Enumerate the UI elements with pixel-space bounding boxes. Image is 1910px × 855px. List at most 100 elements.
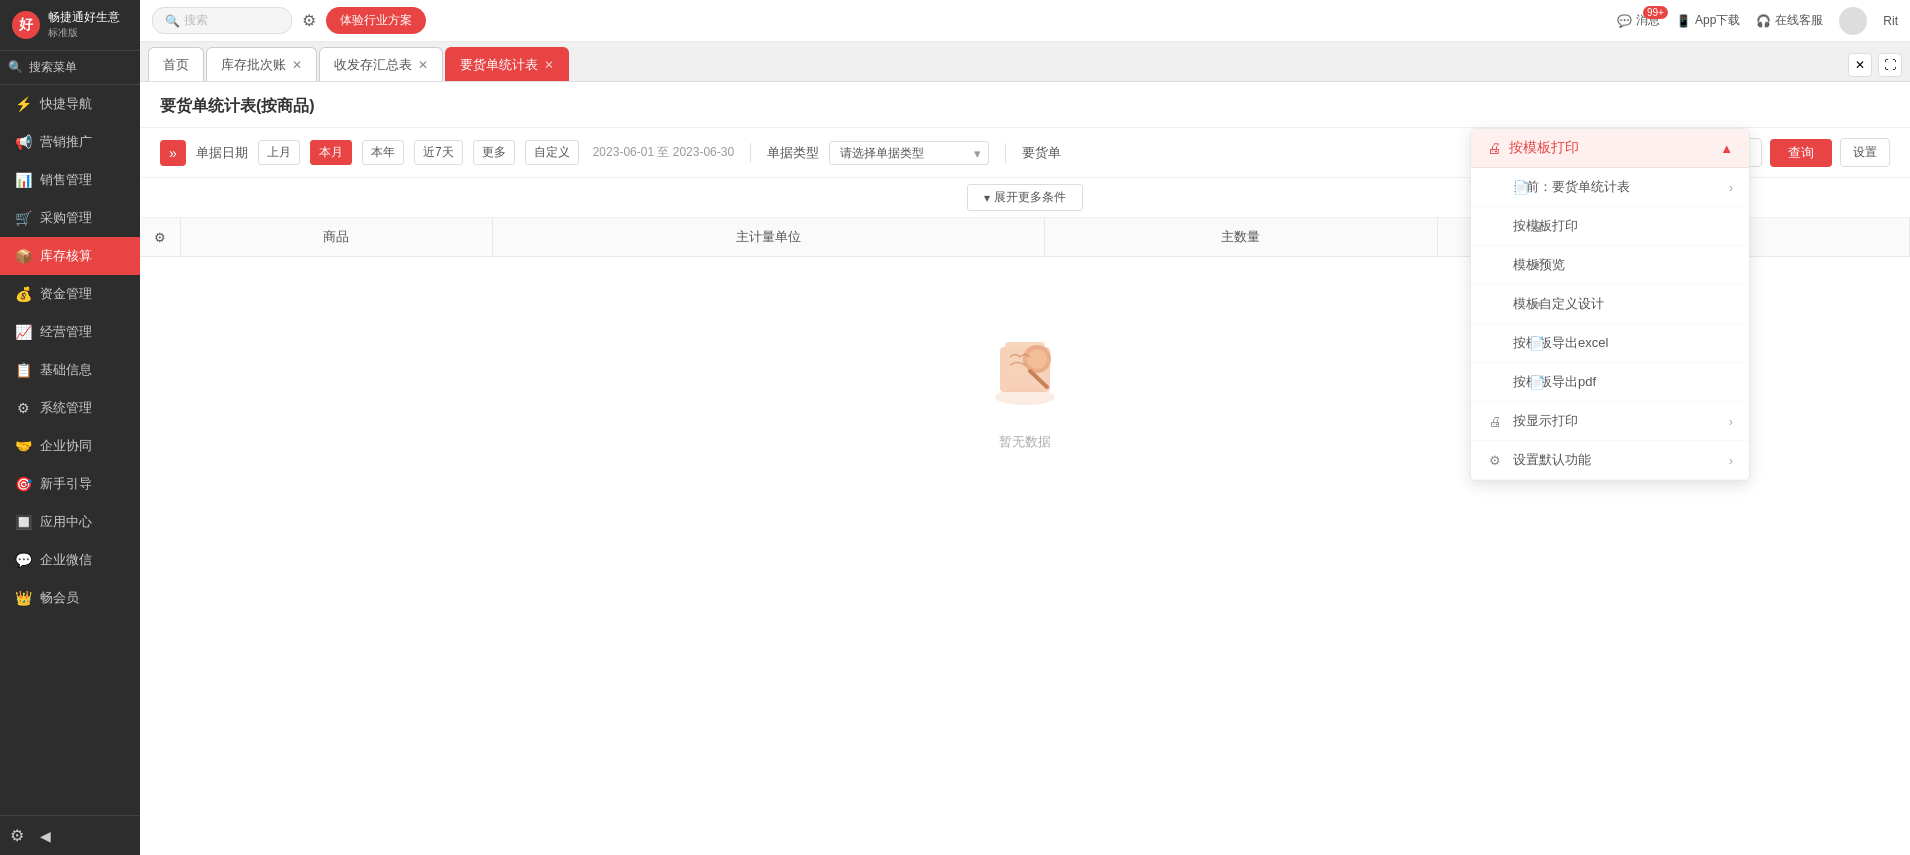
export-pdf-icon: 📄 [1529, 374, 1545, 390]
tab-label: 库存批次账 [221, 56, 286, 74]
query-button[interactable]: 查询 [1770, 139, 1832, 167]
search-icon: 🔍 [165, 14, 180, 28]
sidebar-search[interactable]: 🔍 搜索菜单 [0, 51, 140, 85]
tab-label: 收发存汇总表 [334, 56, 412, 74]
basic-icon: 📋 [14, 361, 32, 379]
type-select[interactable]: 请选择单据类型 要货单 [829, 141, 989, 165]
search-placeholder: 搜索 [184, 12, 208, 29]
sidebar-item-operations[interactable]: 📈 经营管理 [0, 313, 140, 351]
sidebar-item-sales[interactable]: 📊 销售管理 [0, 161, 140, 199]
sidebar-item-finance[interactable]: 💰 资金管理 [0, 275, 140, 313]
sidebar-item-appstore[interactable]: 🔲 应用中心 [0, 503, 140, 541]
tab-close-icon[interactable]: ✕ [418, 58, 428, 72]
page-title: 要货单统计表(按商品) [160, 96, 315, 117]
gear-icon[interactable]: ⚙ [302, 11, 316, 30]
sidebar-item-collab[interactable]: 🤝 企业协同 [0, 427, 140, 465]
topbar-right: 💬 消息 99+ 📱 App下载 🎧 在线客服 Rit [1617, 7, 1898, 35]
dropdown-item-current[interactable]: 📄 当前：要货单统计表 › [1471, 168, 1749, 207]
date-current-month-btn[interactable]: 本月 [310, 140, 352, 165]
tab-order-stats[interactable]: 要货单统计表 ✕ [445, 47, 569, 81]
app-logo: 好 畅捷通好生意 标准版 [0, 0, 140, 51]
shortcut-icon: ⚡ [14, 95, 32, 113]
chevron-down-icon: ▾ [984, 191, 990, 205]
svg-point-4 [1027, 349, 1047, 369]
date-more-btn[interactable]: 更多 [473, 140, 515, 165]
system-icon: ⚙ [14, 399, 32, 417]
preview-icon: 👁 [1529, 257, 1545, 273]
sidebar-item-wechat[interactable]: 💬 企业微信 [0, 541, 140, 579]
date-current-year-btn[interactable]: 本年 [362, 140, 404, 165]
sidebar-item-guide[interactable]: 🎯 新手引导 [0, 465, 140, 503]
tab-batch[interactable]: 库存批次账 ✕ [206, 47, 317, 81]
dropdown-item-export-pdf[interactable]: 📄 按模板导出pdf [1471, 363, 1749, 402]
tab-home[interactable]: 首页 [148, 47, 204, 81]
expand-button[interactable]: » [160, 140, 186, 166]
tab-close-icon[interactable]: ✕ [544, 58, 554, 72]
topbar-search[interactable]: 🔍 搜索 [152, 7, 292, 34]
date-prev-month-btn[interactable]: 上月 [258, 140, 300, 165]
dropdown-item-design[interactable]: ✏ 模板自定义设计 [1471, 285, 1749, 324]
sidebar-item-label: 系统管理 [40, 399, 92, 417]
th-unit: 主计量单位 [493, 218, 1045, 257]
dropdown-header: 🖨 按模板打印 ▲ [1471, 129, 1749, 168]
order-type-label: 要货单 [1022, 144, 1061, 162]
collab-icon: 🤝 [14, 437, 32, 455]
guide-icon: 🎯 [14, 475, 32, 493]
dropdown-item-preview[interactable]: 👁 模板预览 [1471, 246, 1749, 285]
sidebar-item-label: 应用中心 [40, 513, 92, 531]
dropdown-title: 按模板打印 [1509, 139, 1579, 157]
sidebar-item-vip[interactable]: 👑 畅会员 [0, 579, 140, 617]
th-goods: 商品 [180, 218, 493, 257]
dropdown-item-set-default[interactable]: ⚙ 设置默认功能 › [1471, 441, 1749, 480]
sidebar-item-system[interactable]: ⚙ 系统管理 [0, 389, 140, 427]
close-tab-button[interactable]: ✕ [1848, 53, 1872, 77]
online-service-btn[interactable]: 🎧 在线客服 [1756, 12, 1823, 29]
settings-button[interactable]: 设置 [1840, 138, 1890, 167]
type-label: 单据类型 [767, 144, 819, 162]
messages-badge[interactable]: 💬 消息 99+ [1617, 12, 1660, 29]
sidebar-settings-icon[interactable]: ⚙ [10, 826, 24, 845]
sidebar-item-label: 畅会员 [40, 589, 79, 607]
online-service-label: 在线客服 [1775, 12, 1823, 29]
search-icon: 🔍 [8, 60, 23, 74]
dropdown-item-inner: 📄 当前：要货单统计表 [1513, 178, 1630, 196]
empty-text: 暂无数据 [999, 433, 1051, 451]
trial-button[interactable]: 体验行业方案 [326, 7, 426, 34]
dropdown-collapse-icon[interactable]: ▲ [1720, 141, 1733, 156]
date-last7-btn[interactable]: 近7天 [414, 140, 463, 165]
messages-count: 99+ [1643, 6, 1668, 19]
user-avatar[interactable] [1839, 7, 1867, 35]
date-custom-btn[interactable]: 自定义 [525, 140, 579, 165]
expand-more-button[interactable]: ▾ 展开更多条件 [967, 184, 1083, 211]
chevron-right-icon2: › [1729, 453, 1733, 468]
operations-icon: 📈 [14, 323, 32, 341]
current-indicator-icon: 📄 [1513, 179, 1529, 195]
dropdown-item-display-print[interactable]: 🖨 按显示打印 › [1471, 402, 1749, 441]
sidebar-item-inventory[interactable]: 📦 库存核算 [0, 237, 140, 275]
main-area: 🔍 搜索 ⚙ 体验行业方案 💬 消息 99+ 📱 App下载 🎧 在线客服 Ri… [140, 0, 1910, 855]
tab-close-icon[interactable]: ✕ [292, 58, 302, 72]
sidebar-item-marketing[interactable]: 📢 营销推广 [0, 123, 140, 161]
sidebar-item-basic[interactable]: 📋 基础信息 [0, 351, 140, 389]
dropdown-item-inner: 📄 按模板导出pdf [1513, 373, 1596, 391]
sidebar-item-label: 营销推广 [40, 133, 92, 151]
date-label: 单据日期 [196, 144, 248, 162]
th-qty: 主数量 [1045, 218, 1438, 257]
type-select-wrapper: 请选择单据类型 要货单 [829, 141, 989, 165]
sidebar-item-label: 基础信息 [40, 361, 92, 379]
message-icon: 💬 [1617, 14, 1632, 28]
dropdown-item-inner: 📄 按模板导出excel [1513, 334, 1608, 352]
th-gear[interactable]: ⚙ [140, 218, 180, 257]
finance-icon: 💰 [14, 285, 32, 303]
dropdown-item-export-excel[interactable]: 📄 按模板导出excel [1471, 324, 1749, 363]
export-excel-icon: 📄 [1529, 335, 1545, 351]
sidebar-item-shortcut[interactable]: ⚡ 快捷导航 [0, 85, 140, 123]
vip-icon: 👑 [14, 589, 32, 607]
sidebar-item-purchase[interactable]: 🛒 采购管理 [0, 199, 140, 237]
tab-receivables[interactable]: 收发存汇总表 ✕ [319, 47, 443, 81]
maximize-button[interactable]: ⛶ [1878, 53, 1902, 77]
sidebar-item-label: 采购管理 [40, 209, 92, 227]
dropdown-item-template-print[interactable]: 🖨 按模板打印 [1471, 207, 1749, 246]
sidebar-collapse-icon[interactable]: ◀ [40, 828, 51, 844]
app-download-btn[interactable]: 📱 App下载 [1676, 12, 1740, 29]
